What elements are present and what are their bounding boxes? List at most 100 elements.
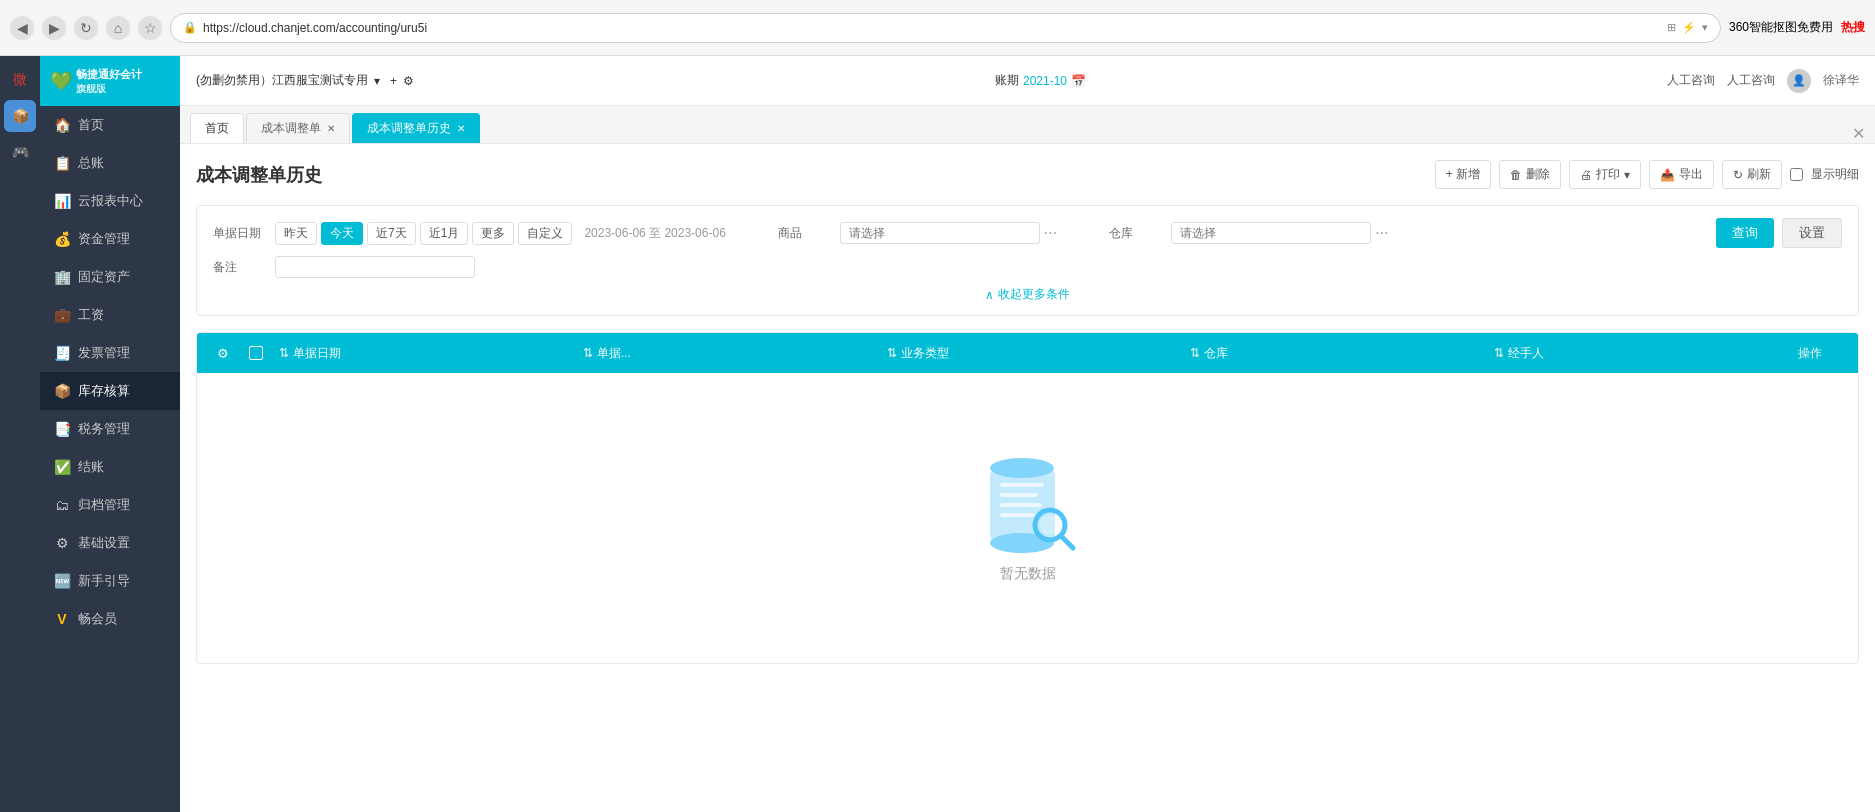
- tab-cost-adjustment-label: 成本调整单: [261, 120, 321, 137]
- user-name[interactable]: 徐译华: [1823, 72, 1859, 89]
- sidebar-item-tax[interactable]: 📑 税务管理: [40, 410, 180, 448]
- sidebar-item-home-label: 首页: [78, 116, 104, 134]
- new-button[interactable]: + 新增: [1435, 160, 1491, 189]
- date-btn-1month[interactable]: 近1月: [420, 222, 469, 245]
- home-button[interactable]: ⌂: [106, 16, 130, 40]
- table-settings-icon[interactable]: ⚙: [217, 346, 229, 361]
- th-num[interactable]: ⇅ 单据...: [575, 345, 879, 362]
- th-num-icon: ⇅: [583, 346, 593, 360]
- th-checkbox[interactable]: [241, 346, 271, 360]
- sidebar-item-inventory[interactable]: 📦 库存核算: [40, 372, 180, 410]
- print-button[interactable]: 🖨 打印 ▾: [1569, 160, 1641, 189]
- back-button[interactable]: ◀: [10, 16, 34, 40]
- tab-cost-adjustment-history[interactable]: 成本调整单历史 ✕: [352, 113, 480, 143]
- refresh-button[interactable]: ↻ 刷新: [1722, 160, 1782, 189]
- svg-rect-3: [1000, 483, 1044, 487]
- sidebar-item-archive[interactable]: 🗂 归档管理: [40, 486, 180, 524]
- sidebar-item-ledger[interactable]: 📋 总账: [40, 144, 180, 182]
- collapse-up-icon: ∧: [985, 288, 994, 302]
- sidebar-item-settings[interactable]: ⚙ 基础设置: [40, 524, 180, 562]
- reports-icon: 📊: [54, 193, 70, 209]
- vip-icon: V: [54, 611, 70, 627]
- empty-text: 暂无数据: [1000, 565, 1056, 583]
- th-num-label: 单据...: [597, 345, 631, 362]
- show-cols-checkbox-label[interactable]: 显示明细: [1790, 166, 1859, 183]
- settings-button[interactable]: 设置: [1782, 218, 1842, 248]
- date-btn-today[interactable]: 今天: [321, 222, 363, 245]
- address-bar[interactable]: 🔒 https://cloud.chanjet.com/accounting/u…: [170, 13, 1721, 43]
- date-btn-yesterday[interactable]: 昨天: [275, 222, 317, 245]
- warehouse-selector: ···: [1171, 222, 1388, 244]
- collapse-button[interactable]: ∧ 收起更多条件: [985, 286, 1070, 303]
- sidebar-item-reports[interactable]: 📊 云报表中心: [40, 182, 180, 220]
- icon-bar-game[interactable]: 🎮: [4, 136, 36, 168]
- th-warehouse[interactable]: ⇅ 仓库: [1182, 345, 1486, 362]
- assets-icon: 🏢: [54, 269, 70, 285]
- tab-cost-adjustment-history-close[interactable]: ✕: [457, 123, 465, 134]
- th-operator-icon: ⇅: [1494, 346, 1504, 360]
- tab-cost-adjustment[interactable]: 成本调整单 ✕: [246, 113, 350, 143]
- home-icon: 🏠: [54, 117, 70, 133]
- sidebar-item-funds[interactable]: 💰 资金管理: [40, 220, 180, 258]
- workspace-selector[interactable]: (勿删勿禁用）江西服宝测试专用 ▾ + ⚙: [196, 72, 414, 89]
- svg-point-2: [990, 533, 1054, 553]
- workspace-dropdown-icon[interactable]: ▾: [374, 74, 380, 88]
- refresh-button[interactable]: ↻: [74, 16, 98, 40]
- goods-more-icon[interactable]: ···: [1044, 224, 1057, 242]
- sidebar-item-ledger-label: 总账: [78, 154, 104, 172]
- sidebar-item-invoice-label: 发票管理: [78, 344, 130, 362]
- print-icon: 🖨: [1580, 168, 1592, 182]
- workspace-settings-icon[interactable]: ⚙: [403, 74, 414, 88]
- forward-button[interactable]: ▶: [42, 16, 66, 40]
- close-all-tabs-button[interactable]: ✕: [1852, 124, 1865, 143]
- svg-line-9: [1061, 536, 1073, 548]
- date-btn-7days[interactable]: 近7天: [367, 222, 416, 245]
- goods-input[interactable]: [840, 222, 1040, 244]
- add-workspace-icon[interactable]: +: [390, 74, 397, 88]
- collapse-label: 收起更多条件: [998, 286, 1070, 303]
- th-date[interactable]: ⇅ 单据日期: [271, 345, 575, 362]
- period-selector[interactable]: 账期 2021-10 📅: [995, 72, 1086, 89]
- svg-rect-5: [1000, 503, 1042, 507]
- tab-home[interactable]: 首页: [190, 113, 244, 143]
- sidebar-item-closing[interactable]: ✅ 结账: [40, 448, 180, 486]
- consult-label[interactable]: 人工咨询: [1727, 72, 1775, 89]
- sidebar-item-guide[interactable]: 🆕 新手引导: [40, 562, 180, 600]
- sidebar-item-salary[interactable]: 💼 工资: [40, 296, 180, 334]
- icon-bar-app[interactable]: 📦: [4, 100, 36, 132]
- query-button[interactable]: 查询: [1716, 218, 1774, 248]
- refresh-icon: ↻: [1733, 168, 1743, 182]
- guide-icon: 🆕: [54, 573, 70, 589]
- app-container: 微 📦 🎮 💚 畅捷通好会计 旗舰版 🏠 首页 📋 总账 📊 云报表中心 💰 资…: [0, 56, 1875, 812]
- consult-link[interactable]: 人工咨询: [1667, 72, 1715, 89]
- icon-bar-weibo[interactable]: 微: [4, 64, 36, 96]
- warehouse-more-icon[interactable]: ···: [1375, 224, 1388, 242]
- table-container: ⚙ ⇅ 单据日期 ⇅ 单据... ⇅ 业务类型: [196, 332, 1859, 664]
- tab-cost-adjustment-close[interactable]: ✕: [327, 123, 335, 134]
- date-btn-more[interactable]: 更多: [472, 222, 514, 245]
- export-button[interactable]: 📤 导出: [1649, 160, 1714, 189]
- sidebar-item-assets[interactable]: 🏢 固定资产: [40, 258, 180, 296]
- content-area: 成本调整单历史 + 新增 🗑 删除 🖨 打印 ▾ 📤 导出: [180, 144, 1875, 812]
- ledger-icon: 📋: [54, 155, 70, 171]
- sidebar-logo: 💚 畅捷通好会计 旗舰版: [40, 56, 180, 106]
- select-all-checkbox[interactable]: [249, 346, 263, 360]
- sidebar-item-vip[interactable]: V 畅会员: [40, 600, 180, 638]
- date-btn-custom[interactable]: 自定义: [518, 222, 572, 245]
- sidebar: 💚 畅捷通好会计 旗舰版 🏠 首页 📋 总账 📊 云报表中心 💰 资金管理 🏢 …: [40, 56, 180, 812]
- sidebar-item-invoice[interactable]: 🧾 发票管理: [40, 334, 180, 372]
- print-dropdown-icon[interactable]: ▾: [1624, 168, 1630, 182]
- delete-button[interactable]: 🗑 删除: [1499, 160, 1561, 189]
- warehouse-input[interactable]: [1171, 222, 1371, 244]
- star-button[interactable]: ☆: [138, 16, 162, 40]
- th-settings[interactable]: ⚙: [205, 346, 241, 361]
- period-calendar-icon[interactable]: 📅: [1071, 74, 1086, 88]
- note-input[interactable]: [275, 256, 475, 278]
- show-cols-checkbox[interactable]: [1790, 168, 1803, 181]
- sidebar-item-home[interactable]: 🏠 首页: [40, 106, 180, 144]
- sidebar-item-closing-label: 结账: [78, 458, 104, 476]
- th-operator[interactable]: ⇅ 经手人: [1486, 345, 1790, 362]
- th-type[interactable]: ⇅ 业务类型: [879, 345, 1183, 362]
- main-area: (勿删勿禁用）江西服宝测试专用 ▾ + ⚙ 账期 2021-10 📅 人工咨询 …: [180, 56, 1875, 812]
- sidebar-item-guide-label: 新手引导: [78, 572, 130, 590]
